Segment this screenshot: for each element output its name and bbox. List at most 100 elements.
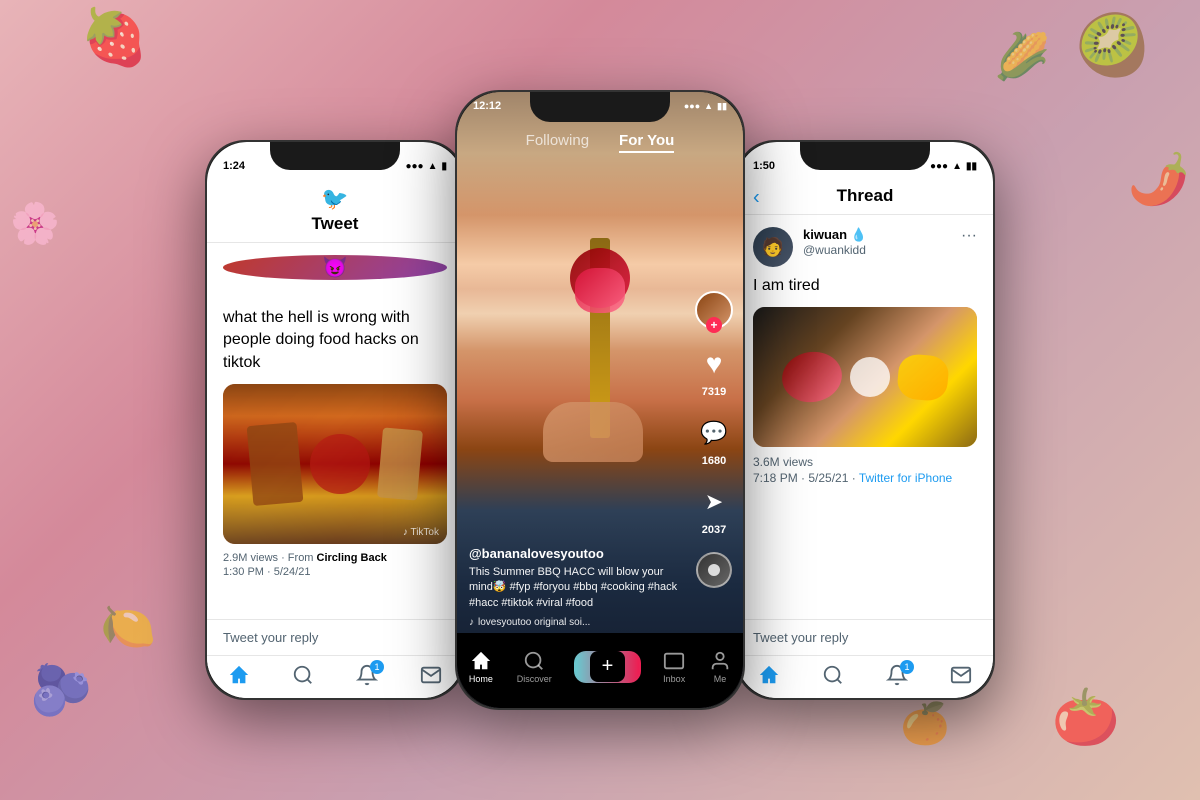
left-tweet-image: ♪ TikTok [223, 384, 447, 544]
right-phone: 1:50 ●●● ▲ ▮▮ ‹ Thread 🧑 [735, 140, 995, 700]
right-nav-dm[interactable] [950, 664, 972, 686]
like-icon: ♥ [695, 345, 733, 383]
right-reply-placeholder: Tweet your reply [753, 630, 848, 645]
left-nav-dm[interactable] [420, 664, 442, 686]
right-user-info: kiwuan 💧 @wuankidd [803, 227, 951, 257]
disc-center [708, 564, 720, 576]
tiktok-watermark: ♪ TikTok [403, 527, 439, 538]
right-user-handle: @wuankidd [803, 243, 951, 257]
comment-icon: 💬 [695, 414, 733, 452]
tiktok-nav-home-label: Home [469, 674, 493, 684]
create-button[interactable]: + [576, 653, 640, 681]
tiktok-share-item[interactable]: ➤ 2037 [695, 483, 733, 536]
signal-icon: ●●● [684, 101, 700, 111]
left-tweet-date: 1:30 PM · 5/24/21 [223, 566, 447, 578]
tiktok-nav-create[interactable]: + [576, 653, 640, 681]
right-tweet-text: I am tired [753, 275, 977, 297]
comments-count: 1680 [702, 455, 726, 467]
likes-count: 7319 [702, 386, 726, 398]
music-note-icon: ♪ [469, 617, 474, 628]
tiktok-comment-item[interactable]: 💬 1680 [695, 414, 733, 467]
tiktok-like-item[interactable]: ♥ 7319 [695, 345, 733, 398]
tiktok-nav-inbox[interactable]: Inbox [663, 650, 685, 684]
right-reply-box[interactable]: Tweet your reply [737, 619, 993, 655]
right-user-avatar: 🧑 [753, 227, 793, 267]
left-status-time: 1:24 [223, 160, 245, 172]
left-tweet-source: Circling Back [317, 552, 387, 564]
center-status-icons: ●●● ▲ ▮▮ [684, 101, 727, 112]
left-twitter-header: 🐦 Tweet [207, 182, 463, 243]
tiktok-tab-for-you[interactable]: For You [619, 132, 674, 153]
right-nav-notifications[interactable]: 1 [886, 664, 908, 686]
left-tweet-content: 😈 Dennis Feitosa @gowithdennis ··· what … [207, 243, 463, 619]
share-count: 2037 [702, 524, 726, 536]
left-header-title: Tweet [223, 214, 447, 234]
right-more-options[interactable]: ··· [961, 227, 977, 245]
battery-icon: ▮▮ [717, 101, 727, 112]
left-nav-home[interactable] [228, 664, 250, 686]
left-tweet-meta: 2.9M views · From Circling Back [223, 552, 447, 564]
plus-icon: + [590, 651, 626, 682]
right-nav-search[interactable] [822, 664, 844, 686]
tiktok-nav-me-label: Me [714, 674, 727, 684]
right-tweet-user-row: 🧑 kiwuan 💧 @wuankidd ··· [753, 227, 977, 267]
signal-icon: ●●● [405, 161, 423, 172]
center-status-time: 12:12 [473, 100, 501, 112]
left-phone-notch [270, 142, 400, 170]
tiktok-profile-item[interactable] [695, 291, 733, 329]
right-views-text: 3.6M views [753, 455, 977, 469]
tiktok-nav-discover-label: Discover [517, 674, 552, 684]
right-nav-home[interactable] [758, 664, 780, 686]
left-reply-placeholder: Tweet your reply [223, 630, 318, 645]
tiktok-tab-following[interactable]: Following [526, 132, 589, 153]
center-phone-screen: 12:12 ●●● ▲ ▮▮ Following For You [457, 92, 743, 708]
left-nav-notifications[interactable]: 1 [356, 664, 378, 686]
back-button[interactable]: ‹ [753, 187, 760, 210]
signal-icon: ●●● [930, 161, 948, 172]
left-tweet-text: what the hell is wrong with people doing… [223, 307, 447, 374]
phones-container: 1:24 ●●● ▲ ▮ 🐦 Tweet 😈 [0, 0, 1200, 800]
tiktok-nav-inbox-label: Inbox [663, 674, 685, 684]
tiktok-music-text: lovesyoutoo original soi... [478, 617, 590, 628]
right-status-icons: ●●● ▲ ▮▮ [930, 161, 977, 172]
left-phone-screen: 1:24 ●●● ▲ ▮ 🐦 Tweet 😈 [207, 142, 463, 698]
tiktok-music-disc [696, 552, 732, 588]
tiktok-nav-discover[interactable]: Discover [517, 650, 552, 684]
center-phone-notch [530, 92, 670, 122]
tiktok-top-tabs: Following For You [457, 132, 743, 153]
tiktok-nav-home[interactable]: Home [469, 650, 493, 684]
left-reply-box[interactable]: Tweet your reply [207, 619, 463, 655]
tiktok-nav-me[interactable]: Me [709, 650, 731, 684]
tiktok-bottom-nav: Home Discover + Inbox [457, 633, 743, 708]
creator-avatar [695, 291, 733, 329]
left-tweet-views: 2.9M views [223, 552, 278, 564]
left-notif-badge: 1 [370, 660, 384, 674]
left-user-avatar: 😈 [223, 255, 447, 280]
wifi-icon: ▲ [704, 101, 713, 111]
right-header-title: Thread [753, 186, 977, 206]
tiktok-right-sidebar: ♥ 7319 💬 1680 ➤ 2037 [695, 291, 733, 588]
center-phone: 12:12 ●●● ▲ ▮▮ Following For You [455, 90, 745, 710]
right-twitter-screen: 1:50 ●●● ▲ ▮▮ ‹ Thread 🧑 [737, 142, 993, 698]
left-phone: 1:24 ●●● ▲ ▮ 🐦 Tweet 😈 [205, 140, 465, 700]
tiktok-description: This Summer BBQ HACC will blow your mind… [469, 565, 683, 611]
left-nav-search[interactable] [292, 664, 314, 686]
tiktok-screen: 12:12 ●●● ▲ ▮▮ Following For You [457, 92, 743, 708]
battery-icon: ▮ [441, 161, 447, 172]
right-user-name: kiwuan 💧 [803, 227, 951, 243]
left-status-icons: ●●● ▲ ▮ [405, 161, 447, 172]
tiktok-bottom-info: @bananalovesyoutoo This Summer BBQ HACC … [469, 546, 683, 628]
wifi-icon: ▲ [428, 161, 438, 172]
right-twitter-header: ‹ Thread [737, 182, 993, 215]
wifi-icon: ▲ [952, 161, 962, 172]
left-twitter-screen: 1:24 ●●● ▲ ▮ 🐦 Tweet 😈 [207, 142, 463, 698]
battery-icon: ▮▮ [966, 161, 977, 172]
share-icon: ➤ [695, 483, 733, 521]
tiktok-music-row: ♪ lovesyoutoo original soi... [469, 617, 683, 628]
hand-visual [543, 402, 643, 462]
right-thread-image [753, 307, 977, 447]
left-bottom-nav: 1 [207, 655, 463, 698]
right-source-link[interactable]: Twitter for iPhone [859, 471, 952, 485]
right-status-time: 1:50 [753, 160, 775, 172]
right-notif-badge: 1 [900, 660, 914, 674]
